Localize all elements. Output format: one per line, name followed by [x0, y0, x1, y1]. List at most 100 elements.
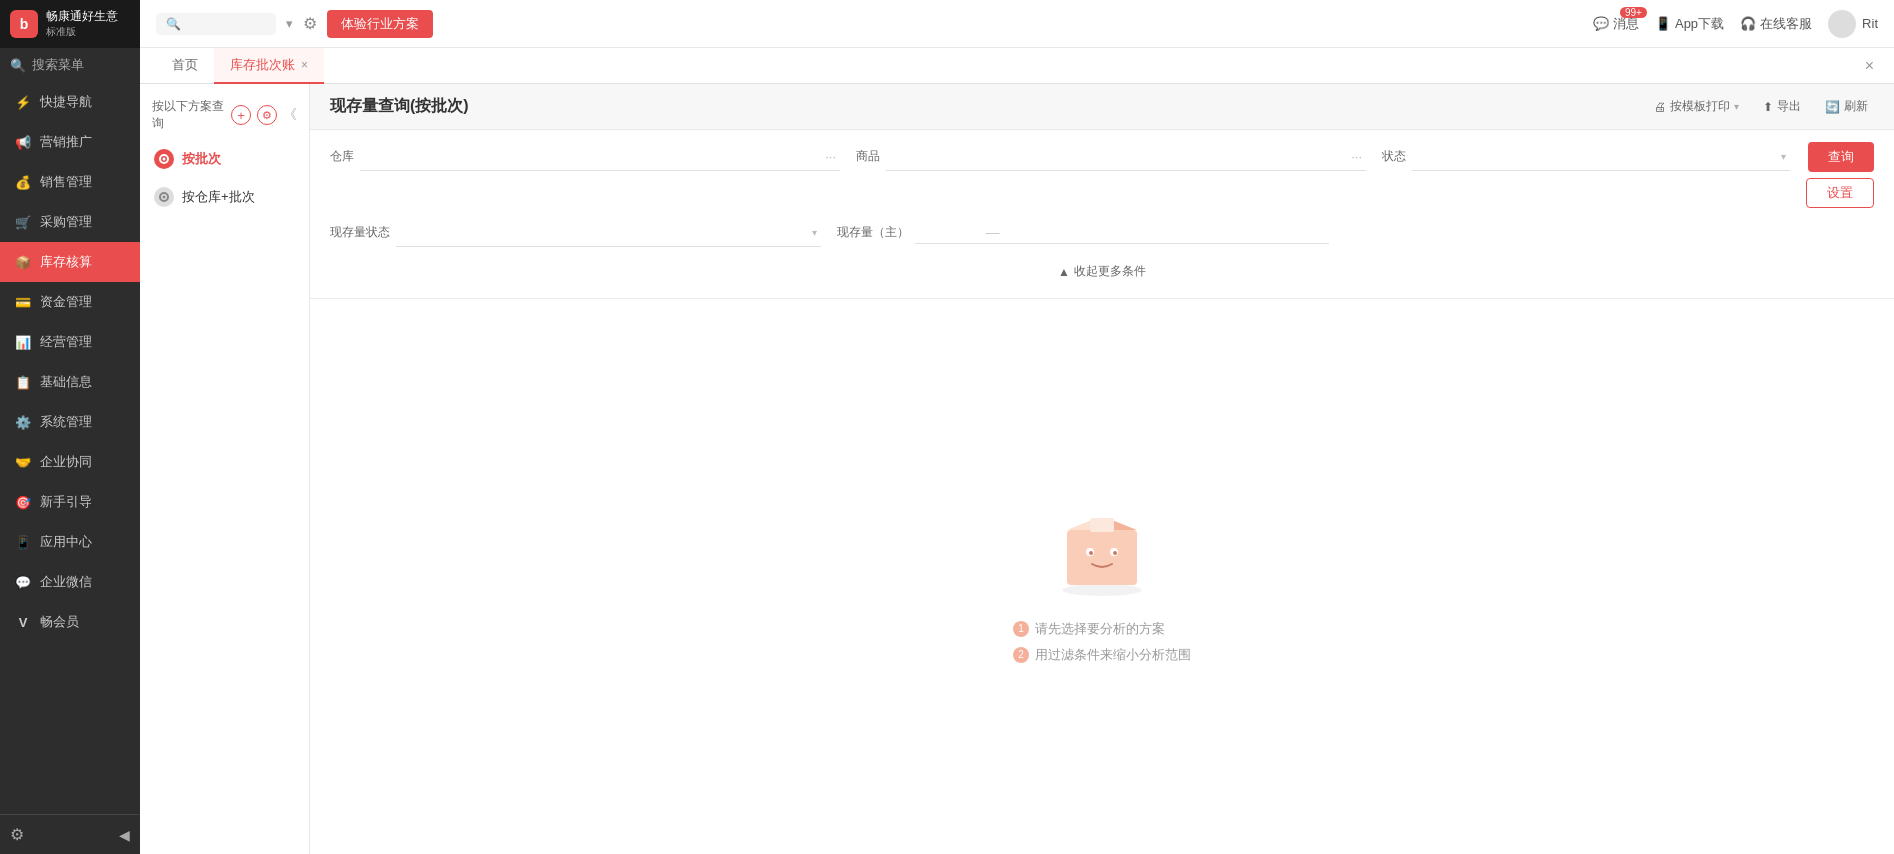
sidebar-item-shortcut[interactable]: ⚡ 快捷导航 [0, 82, 140, 122]
sidebar-item-system[interactable]: ⚙️ 系统管理 [0, 402, 140, 442]
sidebar-item-finance[interactable]: 💳 资金管理 [0, 282, 140, 322]
goods-input[interactable] [890, 145, 1351, 167]
warehouse-input[interactable] [364, 145, 825, 167]
sidebar-item-label: 企业协同 [40, 453, 92, 471]
sidebar-item-purchase[interactable]: 🛒 采购管理 [0, 202, 140, 242]
messages-action[interactable]: 💬 消息 99+ [1593, 15, 1639, 33]
refresh-btn[interactable]: 🔄 刷新 [1819, 94, 1874, 119]
collapse-panel-icon[interactable]: 《 [283, 106, 297, 124]
tip-text-2: 用过滤条件来缩小分析范围 [1035, 646, 1191, 664]
topbar-search[interactable]: 🔍 [156, 13, 276, 35]
add-scheme-btn[interactable]: + [231, 105, 251, 125]
page-title: 现存量查询(按批次) [330, 96, 469, 117]
print-dropdown-icon[interactable]: ▾ [1734, 101, 1739, 112]
inventory-icon: 📦 [14, 253, 32, 271]
inventory-status-input-area[interactable]: ▾ [396, 218, 821, 247]
sidebar-item-sales[interactable]: 💰 销售管理 [0, 162, 140, 202]
tabbar: 首页 库存批次账 × × [140, 48, 1894, 84]
tab-inventory-batch[interactable]: 库存批次账 × [214, 48, 324, 84]
sidebar-item-wechat[interactable]: 💬 企业微信 [0, 562, 140, 602]
status-input[interactable] [1416, 145, 1781, 167]
sidebar-item-operations[interactable]: 📊 经营管理 [0, 322, 140, 362]
qty-to-input[interactable] [1005, 225, 1065, 239]
refresh-icon: 🔄 [1825, 100, 1840, 114]
collapse-sidebar-icon[interactable]: ◀ [119, 827, 130, 843]
left-panel-title: 按以下方案查询 [152, 98, 231, 132]
batch-icon [154, 149, 174, 169]
settings-scheme-btn[interactable]: ⚙ [257, 105, 277, 125]
search-btn[interactable]: 查询 [1808, 142, 1874, 172]
sidebar-item-apps[interactable]: 📱 应用中心 [0, 522, 140, 562]
scheme-item-batch[interactable]: 按批次 [140, 140, 309, 178]
settings-icon[interactable]: ⚙ [10, 825, 24, 844]
sidebar-item-marketing[interactable]: 📢 营销推广 [0, 122, 140, 162]
app-download-action[interactable]: 📱 App下载 [1655, 15, 1724, 33]
enterprise-icon: 🤝 [14, 453, 32, 471]
tabbar-close-all-btn[interactable]: × [1861, 53, 1878, 79]
set-btn[interactable]: 设置 [1806, 178, 1874, 208]
online-service-action[interactable]: 🎧 在线客服 [1740, 15, 1812, 33]
sales-icon: 💰 [14, 173, 32, 191]
experience-btn[interactable]: 体验行业方案 [327, 10, 433, 38]
export-btn[interactable]: ⬆ 导出 [1757, 94, 1807, 119]
sidebar-item-vip[interactable]: V 畅会员 [0, 602, 140, 642]
topbar-settings-icon[interactable]: ⚙ [303, 14, 317, 33]
apps-icon: 📱 [14, 533, 32, 551]
scheme-item-warehouse-batch[interactable]: 按仓库+批次 [140, 178, 309, 216]
user-action[interactable]: Rit [1828, 10, 1878, 38]
tab-close-icon[interactable]: × [301, 58, 308, 72]
warehouse-input-area[interactable]: ··· [360, 142, 840, 171]
user-avatar [1828, 10, 1856, 38]
tip-num-1: 1 [1013, 621, 1029, 637]
warehouse-more-btn[interactable]: ··· [825, 149, 836, 164]
tab-home[interactable]: 首页 [156, 48, 214, 84]
goods-more-btn[interactable]: ··· [1351, 149, 1362, 164]
status-input-area[interactable]: ▾ [1412, 142, 1790, 171]
empty-illustration [1042, 490, 1162, 600]
sidebar-item-enterprise[interactable]: 🤝 企业协同 [0, 442, 140, 482]
topbar-dropdown-icon[interactable]: ▾ [286, 16, 293, 31]
online-service-label: 在线客服 [1760, 15, 1812, 33]
print-btn[interactable]: 🖨 按模板打印 ▾ [1648, 94, 1745, 119]
export-icon: ⬆ [1763, 100, 1773, 114]
warehouse-filter: 仓库 ··· [330, 142, 840, 171]
finance-icon: 💳 [14, 293, 32, 311]
qty-from-input[interactable] [919, 225, 979, 239]
search-icon: 🔍 [10, 58, 26, 73]
main-content: 1 请先选择要分析的方案 2 用过滤条件来缩小分析范围 [310, 299, 1894, 854]
sidebar-footer: ⚙ ◀ [0, 814, 140, 854]
newbie-icon: 🎯 [14, 493, 32, 511]
topbar-search-icon: 🔍 [166, 17, 181, 31]
left-panel-actions: + ⚙ 《 [231, 105, 297, 125]
user-name: Rit [1862, 16, 1878, 31]
sidebar-item-label: 基础信息 [40, 373, 92, 391]
sidebar-item-inventory[interactable]: 📦 库存核算 [0, 242, 140, 282]
messages-icon: 💬 [1593, 16, 1609, 31]
filter-area: 仓库 ··· 商品 ··· 状态 [310, 130, 1894, 299]
status-dropdown-icon[interactable]: ▾ [1781, 151, 1786, 162]
inventory-status-dropdown-icon[interactable]: ▾ [812, 227, 817, 238]
qty-separator: — [985, 224, 999, 240]
warehouse-label: 仓库 [330, 148, 354, 165]
right-content: 现存量查询(按批次) 🖨 按模板打印 ▾ ⬆ 导出 🔄 刷新 [310, 84, 1894, 854]
batch-label: 按批次 [182, 150, 221, 168]
sidebar-item-label: 企业微信 [40, 573, 92, 591]
sidebar-item-label: 库存核算 [40, 253, 92, 271]
collapse-filter-btn[interactable]: ▲ 收起更多条件 [330, 257, 1874, 286]
sidebar-search[interactable]: 🔍 搜索菜单 [0, 48, 140, 82]
app-info: 畅康通好生意 标准版 [46, 9, 118, 39]
goods-input-area[interactable]: ··· [886, 142, 1366, 171]
filter-row-2: 现存量状态 ▾ 现存量（主） — [330, 218, 1874, 247]
sidebar-item-newbie[interactable]: 🎯 新手引导 [0, 482, 140, 522]
status-label: 状态 [1382, 148, 1406, 165]
content-area: 按以下方案查询 + ⚙ 《 按批次 按仓库+批次 [140, 84, 1894, 854]
search-label: 搜索菜单 [32, 56, 84, 74]
empty-tip-1: 1 请先选择要分析的方案 [1013, 620, 1191, 638]
inventory-status-input[interactable] [400, 221, 812, 243]
left-panel: 按以下方案查询 + ⚙ 《 按批次 按仓库+批次 [140, 84, 310, 854]
vip-icon: V [14, 613, 32, 631]
topbar-actions: 💬 消息 99+ 📱 App下载 🎧 在线客服 Rit [1593, 10, 1878, 38]
chevron-up-icon: ▲ [1058, 265, 1070, 279]
sidebar-item-basic[interactable]: 📋 基础信息 [0, 362, 140, 402]
headset-icon: 🎧 [1740, 16, 1756, 31]
